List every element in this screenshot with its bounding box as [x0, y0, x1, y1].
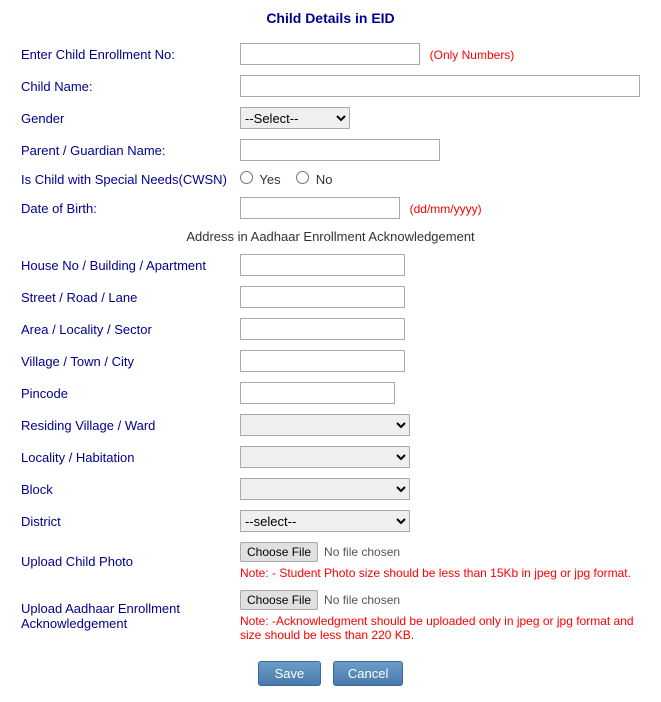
district-label: District	[15, 505, 234, 537]
dob-input[interactable]	[240, 197, 400, 219]
enrollment-hint: (Only Numbers)	[430, 48, 515, 62]
street-label: Street / Road / Lane	[15, 281, 234, 313]
guardian-label: Parent / Guardian Name:	[15, 134, 234, 166]
save-button[interactable]: Save	[258, 661, 322, 686]
locality-select[interactable]	[240, 446, 410, 468]
district-select[interactable]: --select--	[240, 510, 410, 532]
house-input[interactable]	[240, 254, 405, 276]
enrollment-input[interactable]	[240, 43, 420, 65]
upload-photo-label: Upload Child Photo	[15, 537, 234, 585]
street-input[interactable]	[240, 286, 405, 308]
cwsn-yes-label[interactable]: Yes	[240, 172, 284, 187]
dob-label: Date of Birth:	[15, 192, 234, 224]
area-input[interactable]	[240, 318, 405, 340]
choose-file-photo-button[interactable]: Choose File	[240, 542, 318, 562]
buttons-row: Save Cancel	[15, 647, 646, 692]
upload-ack-note: Note: -Acknowledgment should be uploaded…	[240, 614, 640, 642]
pincode-input[interactable]	[240, 382, 395, 404]
upload-ack-row: Choose File No file chosen	[240, 590, 640, 610]
guardian-input[interactable]	[240, 139, 440, 161]
child-name-label: Child Name:	[15, 70, 234, 102]
village-town-input[interactable]	[240, 350, 405, 372]
cwsn-label: Is Child with Special Needs(CWSN)	[15, 166, 234, 192]
residing-village-select[interactable]	[240, 414, 410, 436]
page-title: Child Details in EID	[15, 10, 646, 26]
pincode-label: Pincode	[15, 377, 234, 409]
block-label: Block	[15, 473, 234, 505]
enrollment-label: Enter Child Enrollment No:	[15, 38, 234, 70]
main-form: Enter Child Enrollment No: (Only Numbers…	[15, 38, 646, 647]
village-town-label: Village / Town / City	[15, 345, 234, 377]
dob-hint: (dd/mm/yyyy)	[410, 202, 482, 216]
cwsn-no-radio[interactable]	[296, 171, 309, 184]
upload-ack-label: Upload Aadhaar Enrollment Acknowledgemen…	[15, 585, 234, 647]
residing-village-label: Residing Village / Ward	[15, 409, 234, 441]
area-label: Area / Locality / Sector	[15, 313, 234, 345]
upload-photo-note: Note: - Student Photo size should be les…	[240, 566, 640, 580]
choose-file-ack-button[interactable]: Choose File	[240, 590, 318, 610]
cwsn-no-label[interactable]: No	[296, 172, 332, 187]
house-label: House No / Building / Apartment	[15, 249, 234, 281]
upload-photo-row: Choose File No file chosen	[240, 542, 640, 562]
gender-label: Gender	[15, 102, 234, 134]
child-name-input[interactable]	[240, 75, 640, 97]
block-select[interactable]	[240, 478, 410, 500]
cwsn-yes-radio[interactable]	[240, 171, 253, 184]
no-file-photo-text: No file chosen	[324, 545, 400, 559]
gender-select[interactable]: --Select-- Male Female Other	[240, 107, 350, 129]
no-file-ack-text: No file chosen	[324, 593, 400, 607]
locality-label: Locality / Habitation	[15, 441, 234, 473]
address-section-header: Address in Aadhaar Enrollment Acknowledg…	[15, 224, 646, 249]
cancel-button[interactable]: Cancel	[333, 661, 403, 686]
